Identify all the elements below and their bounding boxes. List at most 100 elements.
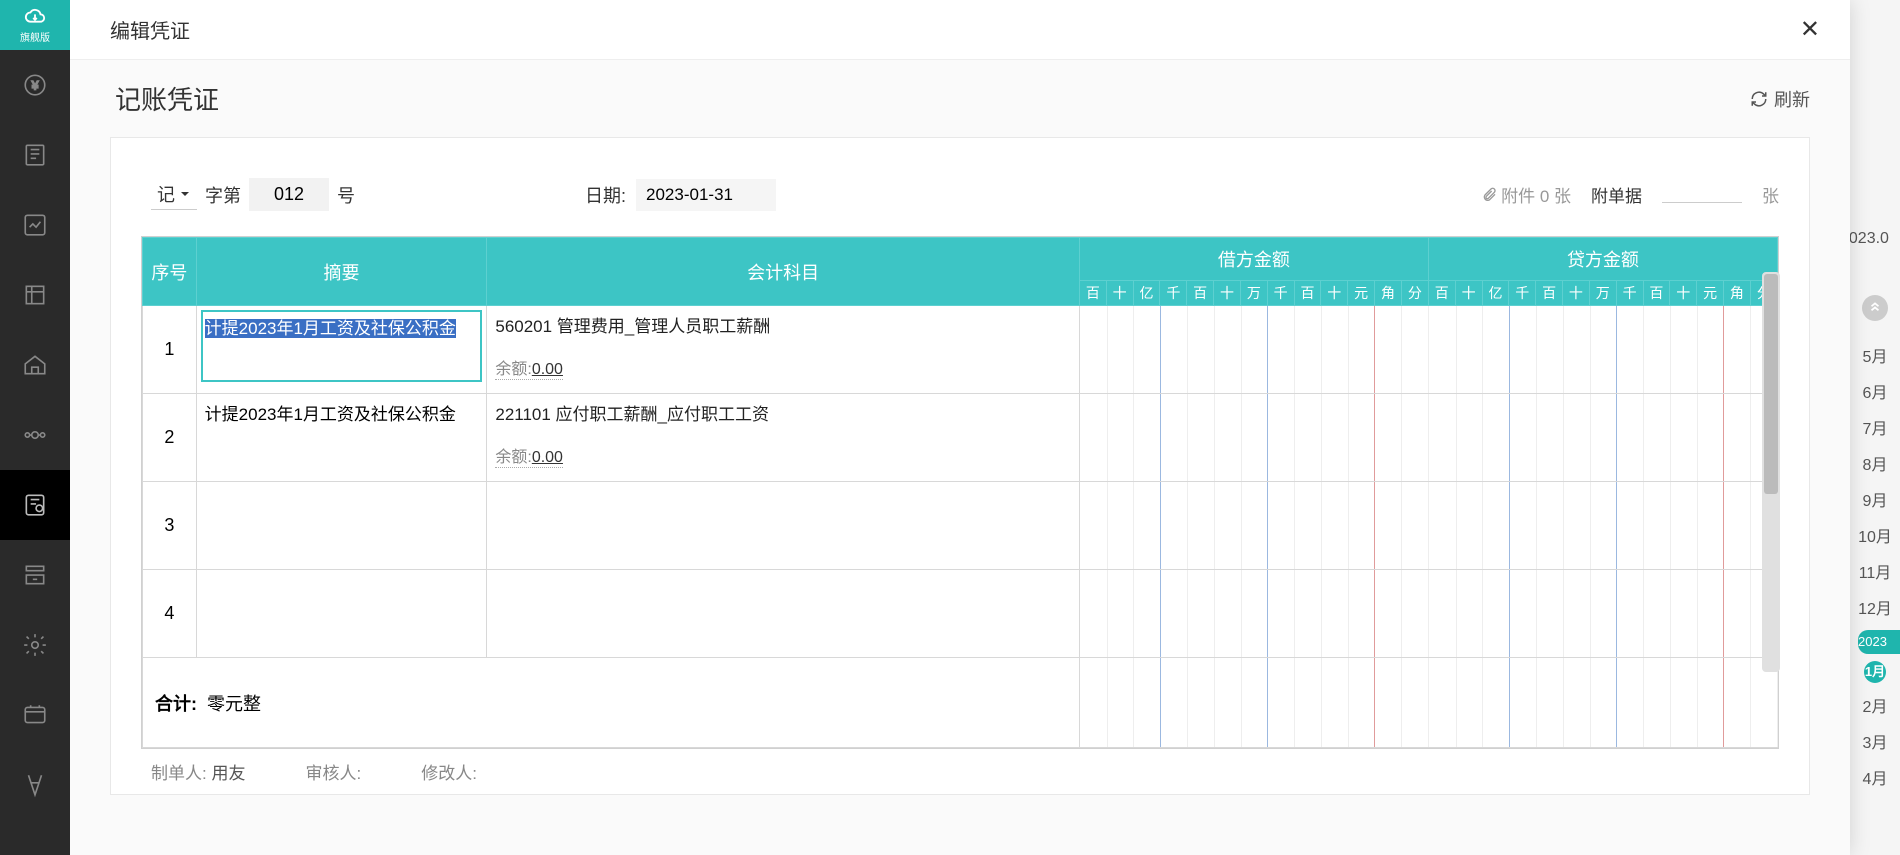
- panel-title: 记账凭证: [110, 80, 219, 117]
- th-digit: 千: [1267, 281, 1294, 306]
- paperclip-icon: [1481, 187, 1497, 203]
- sidebar-nav-8[interactable]: [0, 540, 70, 610]
- chevron-down-icon: [179, 188, 191, 200]
- timeline-month[interactable]: 5月: [1850, 340, 1900, 376]
- account-cell[interactable]: 221101 应付职工薪酬_应付职工工资余额:0.00: [487, 394, 1080, 482]
- summary-cell[interactable]: [196, 482, 487, 570]
- label-zidi: 字第: [205, 182, 241, 208]
- modal-close-button[interactable]: ✕: [1800, 15, 1820, 44]
- voucher-type-select[interactable]: 记: [151, 179, 197, 210]
- sidebar-nav-6[interactable]: [0, 400, 70, 470]
- attached-docs-input[interactable]: [1662, 187, 1742, 203]
- th-digit: 千: [1616, 281, 1643, 306]
- timeline-month[interactable]: 12月: [1850, 592, 1900, 628]
- th-credit: 贷方金额: [1428, 238, 1777, 281]
- row-seq: 3: [143, 482, 197, 570]
- th-digit: 十: [1321, 281, 1348, 306]
- account-cell[interactable]: [487, 482, 1080, 570]
- voucher-panel: 记 字第 号 日期: 附件 0 张 附单据 张: [110, 137, 1810, 795]
- th-digit: 分: [1401, 281, 1428, 306]
- account-cell[interactable]: 560201 管理费用_管理人员职工薪酬余额:0.00: [487, 306, 1080, 394]
- sidebar-nav-5[interactable]: [0, 330, 70, 400]
- th-digit: 十: [1455, 281, 1482, 306]
- th-digit: 元: [1348, 281, 1375, 306]
- th-digit: 百: [1428, 281, 1455, 306]
- edit-voucher-modal: 编辑凭证 ✕ 记账凭证 刷新 记 字第 号 日期:: [70, 0, 1850, 855]
- timeline-month[interactable]: 6月: [1850, 376, 1900, 412]
- row-seq: 2: [143, 394, 197, 482]
- timeline-month[interactable]: 11月: [1850, 556, 1900, 592]
- summary-cell[interactable]: 计提2023年1月工资及社保公积金: [196, 394, 487, 482]
- timeline-month[interactable]: 9月: [1850, 484, 1900, 520]
- credit-amount[interactable]: [1428, 394, 1777, 482]
- scroll-up-icon[interactable]: [1862, 295, 1888, 321]
- th-digit: 百: [1079, 281, 1106, 306]
- th-digit: 百: [1187, 281, 1214, 306]
- row-seq: 4: [143, 570, 197, 658]
- account-cell[interactable]: [487, 570, 1080, 658]
- th-digit: 百: [1294, 281, 1321, 306]
- sidebar-nav-11[interactable]: [0, 750, 70, 820]
- label-hao: 号: [337, 182, 355, 208]
- th-digit: 角: [1723, 281, 1750, 306]
- sidebar-nav-3[interactable]: [0, 190, 70, 260]
- th-digit: 亿: [1133, 281, 1160, 306]
- sidebar-nav-4[interactable]: [0, 260, 70, 330]
- th-digit: 千: [1509, 281, 1536, 306]
- row-seq: 1: [143, 306, 197, 394]
- credit-amount[interactable]: [1428, 482, 1777, 570]
- sidebar-nav-2[interactable]: [0, 120, 70, 190]
- th-digit: 十: [1214, 281, 1241, 306]
- timeline-month[interactable]: 4月: [1850, 762, 1900, 798]
- debit-amount[interactable]: [1079, 306, 1428, 394]
- sidebar-nav-1[interactable]: ¥: [0, 50, 70, 120]
- timeline-month[interactable]: 8月: [1850, 448, 1900, 484]
- voucher-table: 序号 摘要 会计科目 借方金额 贷方金额 百十亿千百十万千百十元角分百十亿千百十…: [141, 236, 1779, 749]
- debit-amount[interactable]: [1079, 394, 1428, 482]
- total-cell: 合计: 零元整: [143, 658, 1080, 748]
- th-digit: 角: [1375, 281, 1402, 306]
- app-logo: 旗舰版: [0, 0, 70, 50]
- attachment-link[interactable]: 附件 0 张: [1481, 182, 1571, 207]
- th-digit: 百: [1643, 281, 1670, 306]
- debit-amount[interactable]: [1079, 570, 1428, 658]
- summary-cell[interactable]: [196, 570, 487, 658]
- total-debit: [1079, 658, 1428, 748]
- th-digit: 亿: [1482, 281, 1509, 306]
- credit-amount[interactable]: [1428, 570, 1777, 658]
- sidebar-nav-7[interactable]: [0, 470, 70, 540]
- left-sidebar: 旗舰版 ¥: [0, 0, 70, 855]
- th-digit: 元: [1697, 281, 1724, 306]
- voucher-number-input[interactable]: [249, 178, 329, 211]
- month-timeline: 5月 6月 7月 8月 9月 10月 11月 12月 2023 1月 2月 3月…: [1850, 0, 1900, 855]
- date-input[interactable]: [636, 179, 776, 211]
- debit-amount[interactable]: [1079, 482, 1428, 570]
- svg-text:¥: ¥: [31, 78, 39, 92]
- attached-docs-label: 附单据: [1591, 182, 1642, 207]
- timeline-month-current[interactable]: 1月: [1850, 654, 1900, 690]
- timeline-month[interactable]: 10月: [1850, 520, 1900, 556]
- timeline-month[interactable]: 7月: [1850, 412, 1900, 448]
- total-credit: [1428, 658, 1777, 748]
- sidebar-nav-10[interactable]: [0, 680, 70, 750]
- refresh-button[interactable]: 刷新: [1750, 86, 1810, 112]
- summary-cell[interactable]: 计提2023年1月工资及社保公积金: [196, 306, 487, 394]
- modal-header: 编辑凭证 ✕: [70, 0, 1850, 60]
- date-label: 日期:: [585, 182, 626, 208]
- th-digit: 十: [1670, 281, 1697, 306]
- th-digit: 百: [1536, 281, 1563, 306]
- th-digit: 十: [1563, 281, 1590, 306]
- th-summary: 摘要: [196, 238, 487, 306]
- timeline-month[interactable]: 3月: [1850, 726, 1900, 762]
- th-digit: 万: [1240, 281, 1267, 306]
- th-digit: 千: [1160, 281, 1187, 306]
- th-debit: 借方金额: [1079, 238, 1428, 281]
- th-seq: 序号: [143, 238, 197, 306]
- timeline-month[interactable]: 2月: [1850, 690, 1900, 726]
- sidebar-nav-settings[interactable]: [0, 610, 70, 680]
- credit-amount[interactable]: [1428, 306, 1777, 394]
- voucher-footer: 制单人: 用友 审核人: 修改人:: [111, 749, 1809, 794]
- th-digit: 十: [1106, 281, 1133, 306]
- modal-title: 编辑凭证: [110, 15, 190, 44]
- th-digit: 万: [1589, 281, 1616, 306]
